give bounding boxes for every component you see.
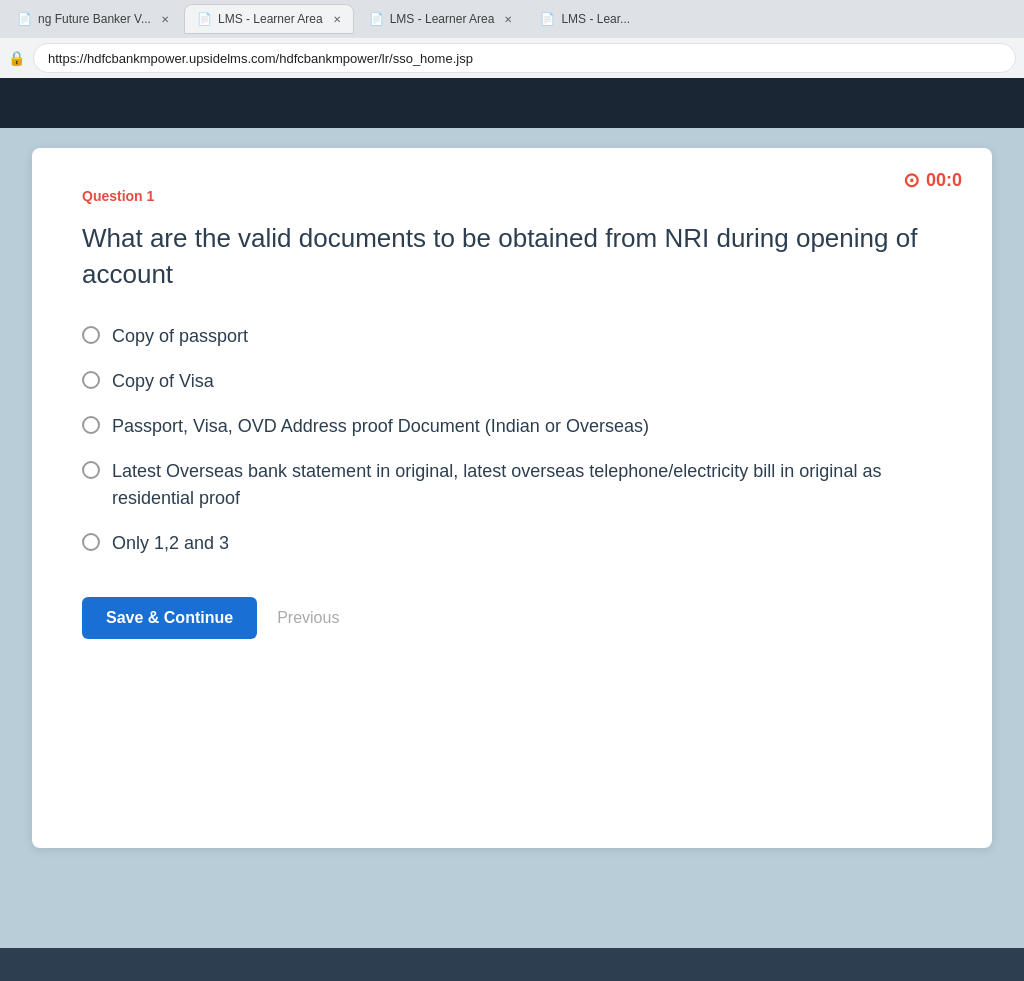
- url-text: https://hdfcbankmpower.upsidelms.com/hdf…: [48, 51, 473, 66]
- tab-icon-3: 📄: [369, 12, 384, 26]
- radio-option-2[interactable]: [82, 371, 100, 389]
- tab-close-3[interactable]: ✕: [504, 14, 512, 25]
- content-area: ⊙ 00:0 Question 1 What are the valid doc…: [0, 128, 1024, 948]
- tab-label-4: LMS - Lear...: [561, 12, 630, 26]
- address-bar[interactable]: https://hdfcbankmpower.upsidelms.com/hdf…: [33, 43, 1016, 73]
- tab-bar: 📄 ng Future Banker V... ✕ 📄 LMS - Learne…: [0, 0, 1024, 38]
- radio-option-5[interactable]: [82, 533, 100, 551]
- tab-label-2: LMS - Learner Area: [218, 12, 323, 26]
- previous-button[interactable]: Previous: [277, 609, 339, 627]
- save-continue-button[interactable]: Save & Continue: [82, 597, 257, 639]
- option-3[interactable]: Passport, Visa, OVD Address proof Docume…: [82, 413, 942, 440]
- tab-future-banker[interactable]: 📄 ng Future Banker V... ✕: [4, 4, 182, 34]
- timer-icon: ⊙: [903, 168, 920, 192]
- tab-label-3: LMS - Learner Area: [390, 12, 495, 26]
- address-bar-row: 🔒 https://hdfcbankmpower.upsidelms.com/h…: [0, 38, 1024, 78]
- tab-lms-3[interactable]: 📄 LMS - Lear...: [527, 4, 643, 34]
- tab-label-1: ng Future Banker V...: [38, 12, 151, 26]
- radio-option-1[interactable]: [82, 326, 100, 344]
- option-2[interactable]: Copy of Visa: [82, 368, 942, 395]
- browser-chrome: 📄 ng Future Banker V... ✕ 📄 LMS - Learne…: [0, 0, 1024, 78]
- tab-close-2[interactable]: ✕: [333, 14, 341, 25]
- option-4[interactable]: Latest Overseas bank statement in origin…: [82, 458, 942, 512]
- dark-nav-bar: [0, 78, 1024, 128]
- timer-value: 00:0: [926, 170, 962, 191]
- option-label-4: Latest Overseas bank statement in origin…: [112, 458, 942, 512]
- tab-icon-4: 📄: [540, 12, 555, 26]
- lock-icon: 🔒: [8, 50, 25, 66]
- radio-option-4[interactable]: [82, 461, 100, 479]
- question-text: What are the valid documents to be obtai…: [82, 220, 942, 293]
- option-label-2: Copy of Visa: [112, 368, 214, 395]
- option-1[interactable]: Copy of passport: [82, 323, 942, 350]
- tab-lms-1[interactable]: 📄 LMS - Learner Area ✕: [184, 4, 354, 34]
- tab-lms-2[interactable]: 📄 LMS - Learner Area ✕: [356, 4, 526, 34]
- tab-icon-2: 📄: [197, 12, 212, 26]
- option-label-3: Passport, Visa, OVD Address proof Docume…: [112, 413, 649, 440]
- tab-icon-1: 📄: [17, 12, 32, 26]
- tab-close-1[interactable]: ✕: [161, 14, 169, 25]
- option-5[interactable]: Only 1,2 and 3: [82, 530, 942, 557]
- quiz-card: ⊙ 00:0 Question 1 What are the valid doc…: [32, 148, 992, 848]
- button-row: Save & Continue Previous: [82, 597, 942, 639]
- radio-option-3[interactable]: [82, 416, 100, 434]
- option-label-5: Only 1,2 and 3: [112, 530, 229, 557]
- question-label: Question 1: [82, 188, 942, 204]
- option-label-1: Copy of passport: [112, 323, 248, 350]
- options-list: Copy of passport Copy of Visa Passport, …: [82, 323, 942, 557]
- timer-display: ⊙ 00:0: [903, 168, 962, 192]
